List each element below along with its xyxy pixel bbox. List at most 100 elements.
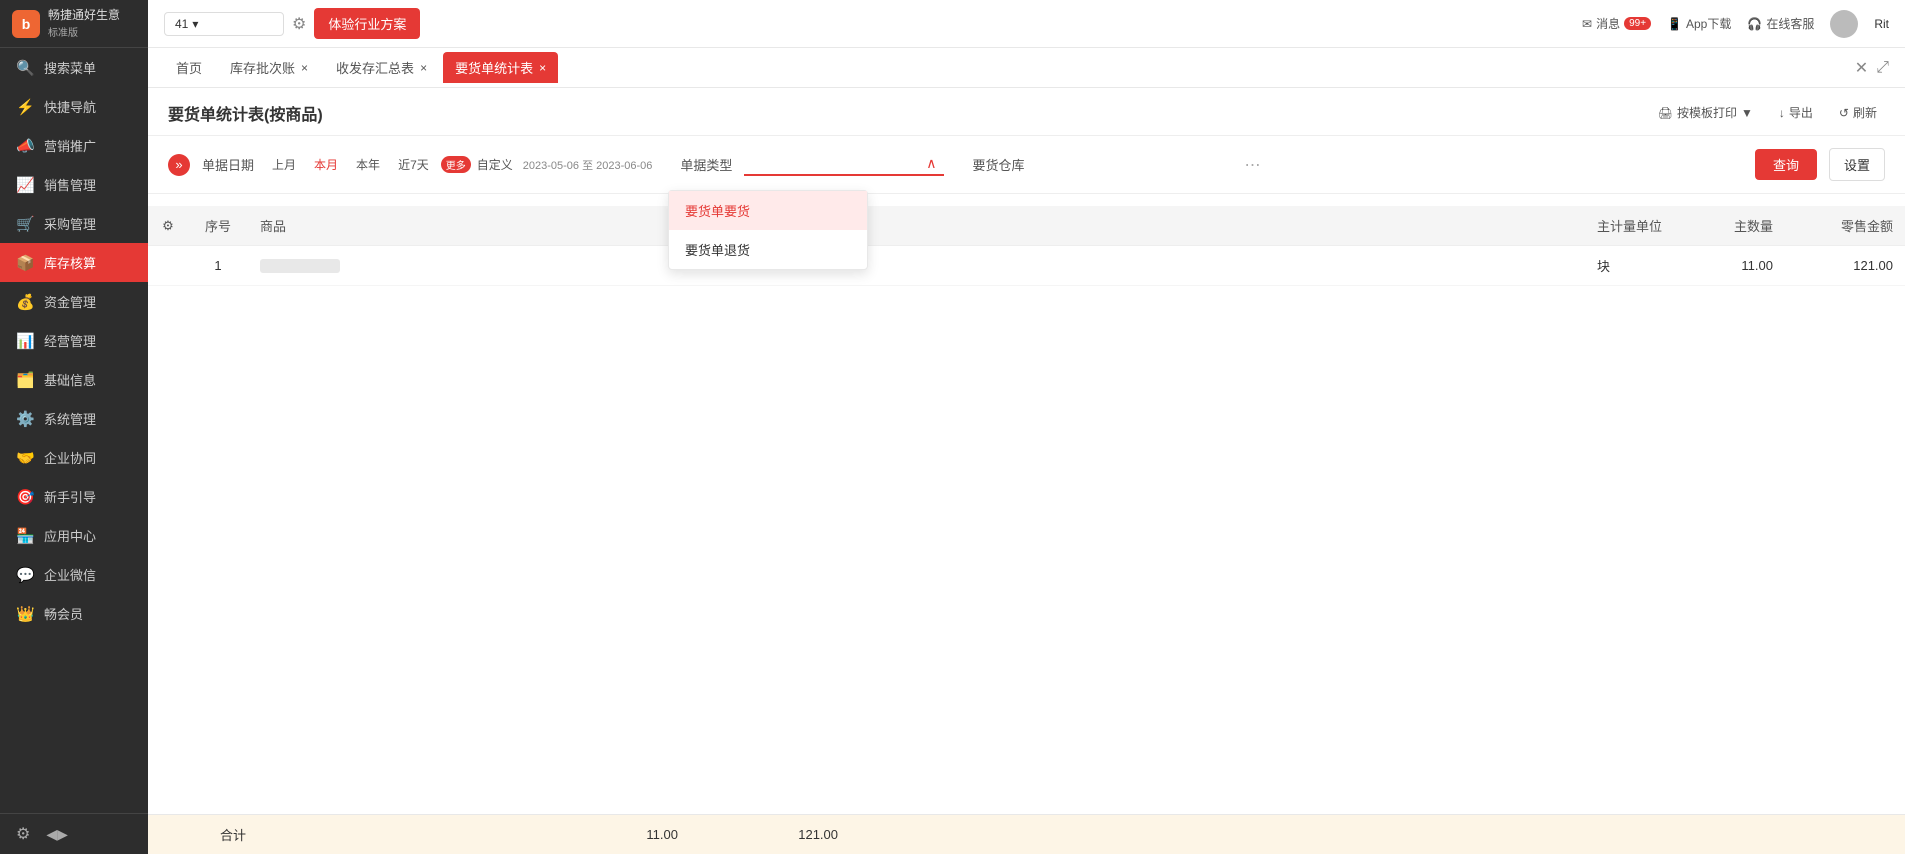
sidebar-item-inventory[interactable]: 📦 库存核算 <box>0 243 148 282</box>
page-header-actions: 🖨 按模板打印 ▼ ↓ 导出 ↺ 刷新 <box>1650 100 1885 135</box>
sidebar-item-member[interactable]: 👑 畅会员 <box>0 594 148 633</box>
purchase-icon: 🛒 <box>16 215 34 233</box>
data-table: ⚙ 序号 商品 主计量单位 主数量 零售金额 1 <box>148 206 1905 286</box>
date-prev-month[interactable]: 上月 <box>266 154 302 175</box>
sidebar-item-quick-nav[interactable]: ⚡快捷导航 <box>0 87 148 126</box>
export-button[interactable]: ↓ 导出 <box>1771 100 1821 125</box>
sidebar-label-sales: 销售管理 <box>44 175 96 194</box>
chevron-down-icon: ▾ <box>192 17 198 31</box>
filter-expand-button[interactable]: » <box>168 154 190 176</box>
date-year[interactable]: 本年 <box>350 154 386 175</box>
logo-sub: 标准版 <box>48 24 120 39</box>
tabs-expand-icon[interactable]: ⤢ <box>1876 59 1889 77</box>
tab-inventory-batch-label: 库存批次账 <box>230 58 295 77</box>
footer-amount: 121.00 <box>730 827 850 842</box>
refresh-button[interactable]: ↺ 刷新 <box>1831 100 1885 125</box>
row-num: 1 <box>188 246 248 286</box>
sidebar-label-search: 搜索菜单 <box>44 58 96 77</box>
sidebar-label-inventory: 库存核算 <box>44 253 96 272</box>
sidebar-label-wechat: 企业微信 <box>44 565 96 584</box>
guide-icon: 🎯 <box>16 488 34 506</box>
system-icon: ⚙️ <box>16 410 34 428</box>
topbar-settings-icon[interactable]: ⚙ <box>292 14 306 34</box>
message-label: 消息 <box>1596 15 1620 32</box>
print-label: 按模板打印 <box>1677 104 1737 121</box>
filter-bar: » 单据日期 上月 本月 本年 近7天 更多 自定义 2023-05-06 至 … <box>148 136 1905 194</box>
warehouse-more-icon[interactable]: ⋯ <box>1244 155 1260 175</box>
trial-button[interactable]: 体验行业方案 <box>314 8 420 39</box>
sidebar-label-marketing: 营销推广 <box>44 136 96 155</box>
sidebar-logo: b 畅捷通好生意 标准版 <box>0 0 148 48</box>
type-filter-select-wrapper[interactable]: ∧ <box>744 153 944 176</box>
sidebar-label-enterprise: 企业协同 <box>44 448 96 467</box>
company-selector[interactable]: 41 ▾ <box>164 12 284 36</box>
tab-receivables-close[interactable]: × <box>420 61 427 75</box>
warehouse-filter-label: 要货仓库 <box>972 155 1024 174</box>
date-week[interactable]: 近7天 <box>392 154 435 175</box>
sidebar-item-sales[interactable]: 📈销售管理 <box>0 165 148 204</box>
app-download-button[interactable]: 📱 App下载 <box>1667 15 1731 32</box>
tabs-close-all-icon[interactable]: ✕ <box>1855 58 1868 78</box>
sidebar-nav: 🔍搜索菜单⚡快捷导航 📣 营销推广 📈销售管理🛒采购管理 📦 库存核算 💰资金管理 📊 经营管理… <box>0 48 148 813</box>
tab-home[interactable]: 首页 <box>164 52 214 83</box>
print-button[interactable]: 🖨 按模板打印 ▼ <box>1650 100 1761 125</box>
col-product: 商品 <box>248 206 1585 246</box>
export-icon: ↓ <box>1779 106 1785 120</box>
settings-filter-button[interactable]: 设置 <box>1829 148 1885 181</box>
sidebar-label-basic: 基础信息 <box>44 370 96 389</box>
type-filter-input[interactable] <box>752 156 926 171</box>
collapse-icon[interactable]: ◀▶ <box>46 826 68 843</box>
service-icon: 🎧 <box>1747 17 1762 31</box>
basic-icon: 🗂️ <box>16 371 34 389</box>
tab-receivables[interactable]: 收发存汇总表 × <box>324 52 439 83</box>
sidebar-item-purchase[interactable]: 🛒采购管理 <box>0 204 148 243</box>
sidebar-item-operations[interactable]: 📊 经营管理 <box>0 321 148 360</box>
date-more-badge[interactable]: 更多 <box>441 156 471 173</box>
table-header-row: ⚙ 序号 商品 主计量单位 主数量 零售金额 <box>148 206 1905 246</box>
member-icon: 👑 <box>16 605 34 623</box>
col-settings[interactable]: ⚙ <box>148 206 188 246</box>
sidebar-item-basic[interactable]: 🗂️ 基础信息 <box>0 360 148 399</box>
sidebar-label-operations: 经营管理 <box>44 331 96 350</box>
type-filter-chevron[interactable]: ∧ <box>926 155 936 172</box>
settings-icon[interactable]: ⚙ <box>16 824 30 844</box>
dropdown-item-order[interactable]: 要货单要货 <box>669 191 867 230</box>
col-unit: 主计量单位 <box>1585 206 1685 246</box>
message-badge: 99+ <box>1624 17 1651 30</box>
type-dropdown: 要货单要货 要货单退货 <box>668 190 868 270</box>
sidebar-item-marketing[interactable]: 📣 营销推广 <box>0 126 148 165</box>
tab-inventory-batch[interactable]: 库存批次账 × <box>218 52 320 83</box>
query-button[interactable]: 查询 <box>1755 149 1817 180</box>
page-header: 要货单统计表(按商品) 🖨 按模板打印 ▼ ↓ 导出 ↺ 刷新 <box>148 88 1905 136</box>
sidebar-label-quick-nav: 快捷导航 <box>44 97 96 116</box>
online-service-button[interactable]: 🎧 在线客服 <box>1747 15 1814 32</box>
sidebar-item-search[interactable]: 🔍搜索菜单 <box>0 48 148 87</box>
dropdown-item-return[interactable]: 要货单退货 <box>669 230 867 269</box>
table-row: 1 块 11.00 121.00 <box>148 246 1905 286</box>
sidebar-item-appstore[interactable]: 🏪应用中心 <box>0 516 148 555</box>
sidebar-label-system: 系统管理 <box>44 409 96 428</box>
sidebar-item-finance[interactable]: 💰资金管理 <box>0 282 148 321</box>
col-num: 序号 <box>188 206 248 246</box>
inventory-icon: 📦 <box>16 254 34 272</box>
message-button[interactable]: ✉ 消息 99+ <box>1582 15 1651 32</box>
logo-name: 畅捷通好生意 <box>48 8 120 24</box>
sidebar-item-wechat[interactable]: 💬企业微信 <box>0 555 148 594</box>
row-settings <box>148 246 188 286</box>
date-curr-month[interactable]: 本月 <box>308 154 344 175</box>
sidebar-item-enterprise[interactable]: 🤝企业协同 <box>0 438 148 477</box>
tab-requisition[interactable]: 要货单统计表 × <box>443 52 558 83</box>
operations-icon: 📊 <box>16 332 34 350</box>
user-avatar[interactable] <box>1830 10 1858 38</box>
tab-home-label: 首页 <box>176 58 202 77</box>
row-amount: 121.00 <box>1785 246 1905 286</box>
sidebar-item-guide[interactable]: 🎯新手引导 <box>0 477 148 516</box>
sidebar-item-system[interactable]: ⚙️ 系统管理 <box>0 399 148 438</box>
tab-inventory-batch-close[interactable]: × <box>301 61 308 75</box>
row-unit: 块 <box>1585 246 1685 286</box>
tab-requisition-close[interactable]: × <box>539 61 546 75</box>
marketing-icon: 📣 <box>16 137 34 155</box>
date-custom[interactable]: 自定义 <box>477 156 513 173</box>
warehouse-filter-input[interactable] <box>1036 153 1228 176</box>
sidebar-label-member: 畅会员 <box>44 604 83 623</box>
